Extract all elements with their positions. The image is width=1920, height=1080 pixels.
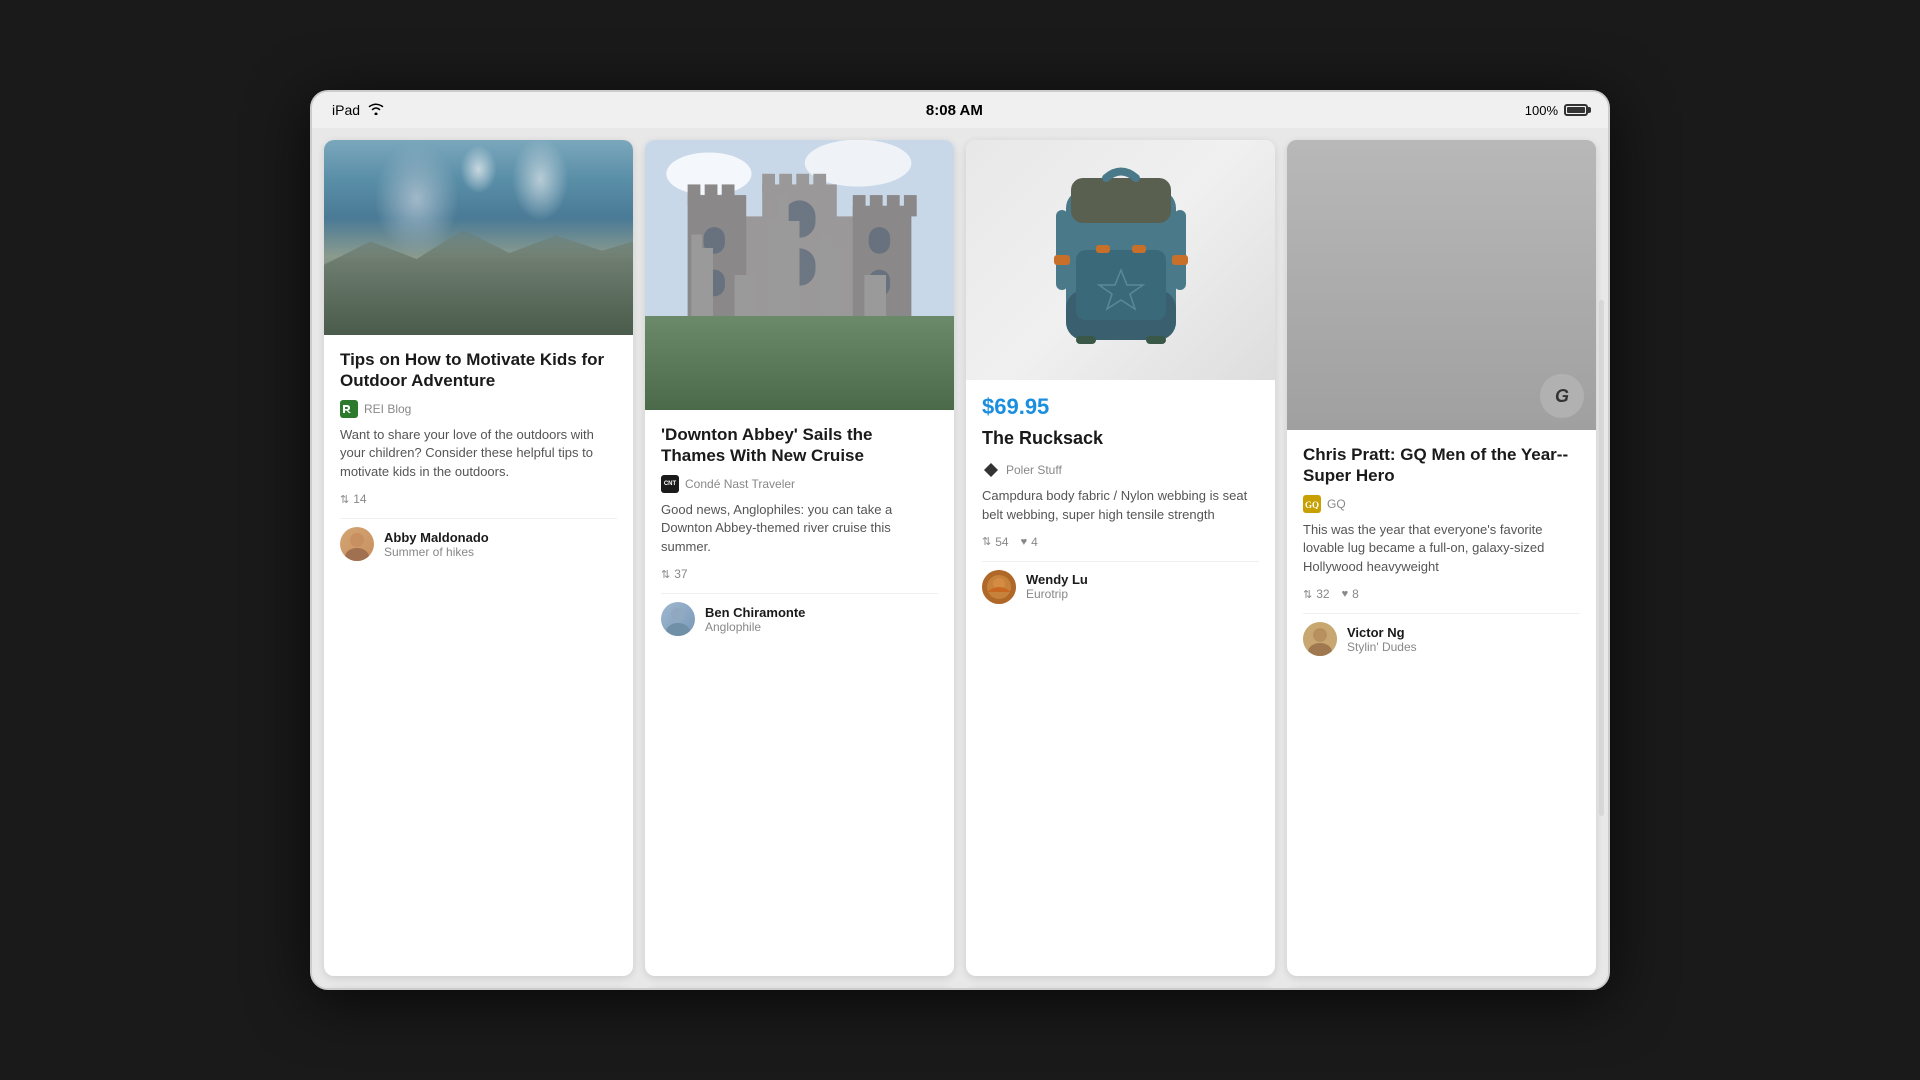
user-name-wendy: Wendy Lu	[1026, 572, 1088, 587]
card-image-castle	[645, 140, 954, 410]
card-title-downton: 'Downton Abbey' Sails the Thames With Ne…	[661, 424, 938, 467]
status-left: iPad	[332, 102, 384, 118]
card-body-gq: Chris Pratt: GQ Men of the Year--Super H…	[1287, 430, 1596, 976]
card-title-rei: Tips on How to Motivate Kids for Outdoor…	[340, 349, 617, 392]
stat-likes-gq: ♥ 8	[1342, 587, 1359, 601]
status-right: 100%	[1525, 103, 1588, 118]
like-icon-2: ♥	[1342, 588, 1349, 600]
card-rei-outdoor[interactable]: Tips on How to Motivate Kids for Outdoor…	[324, 140, 633, 976]
user-collection-abby: Summer of hikes	[384, 545, 489, 559]
rei-source-icon	[340, 400, 358, 418]
card-body-rei: Tips on How to Motivate Kids for Outdoor…	[324, 335, 633, 976]
stat-count-downton: ⇅ 37	[661, 567, 688, 581]
wifi-icon	[368, 103, 384, 118]
gq-source-name: GQ	[1327, 497, 1346, 511]
cnt-source-icon: CNT	[661, 475, 679, 493]
cnt-source-name: Condé Nast Traveler	[685, 477, 795, 491]
content-area[interactable]: Tips on How to Motivate Kids for Outdoor…	[312, 128, 1608, 988]
poler-source-name: Poler Stuff	[1006, 463, 1062, 477]
svg-text:GQ: GQ	[1305, 500, 1319, 509]
stat-likes-gq-val: 8	[1352, 587, 1359, 601]
user-avatar-abby	[340, 527, 374, 561]
stat-count-value: 14	[353, 492, 366, 506]
card-description-rei: Want to share your love of the outdoors …	[340, 426, 617, 483]
stat-count-gq-val: 32	[1316, 587, 1329, 601]
status-bar: iPad 8:08 AM 100%	[312, 92, 1608, 128]
poler-source-icon	[982, 461, 1000, 479]
user-collection-ben: Anglophile	[705, 620, 805, 634]
user-name-abby: Abby Maldonado	[384, 530, 489, 545]
user-info-ben: Ben Chiramonte Anglophile	[705, 605, 805, 634]
card-downton-abbey[interactable]: 'Downton Abbey' Sails the Thames With Ne…	[645, 140, 954, 976]
stat-count-gq: ⇅ 32	[1303, 587, 1330, 601]
cards-grid: Tips on How to Motivate Kids for Outdoor…	[312, 128, 1608, 988]
card-body-downton: 'Downton Abbey' Sails the Thames With Ne…	[645, 410, 954, 976]
card-stats-rucksack: ⇅ 54 ♥ 4	[982, 535, 1259, 549]
card-title-gq: Chris Pratt: GQ Men of the Year--Super H…	[1303, 444, 1580, 487]
card-source-cnt: CNT Condé Nast Traveler	[661, 475, 938, 493]
scroll-indicator	[1599, 300, 1604, 816]
card-user-downton[interactable]: Ben Chiramonte Anglophile	[661, 593, 938, 636]
card-stats-rei: ⇅ 14	[340, 492, 617, 506]
card-stats-downton: ⇅ 37	[661, 567, 938, 581]
card-stats-gq: ⇅ 32 ♥ 8	[1303, 587, 1580, 601]
card-source-poler: Poler Stuff	[982, 461, 1259, 479]
card-product-name: The Rucksack	[982, 428, 1259, 449]
repost-icon: ⇅	[340, 493, 349, 506]
user-name-victor: Victor Ng	[1347, 625, 1417, 640]
repost-icon-3: ⇅	[982, 535, 991, 548]
card-body-rucksack: $69.95 The Rucksack Poler Stuff Campdura…	[966, 380, 1275, 976]
card-user-rei[interactable]: Abby Maldonado Summer of hikes	[340, 518, 617, 561]
card-image-mountains	[324, 140, 633, 335]
card-price: $69.95	[982, 394, 1259, 420]
gq-logo-overlay: G	[1540, 374, 1584, 418]
user-info-victor: Victor Ng Stylin' Dudes	[1347, 625, 1417, 654]
repost-icon-4: ⇅	[1303, 588, 1312, 601]
user-avatar-ben	[661, 602, 695, 636]
card-chris-pratt[interactable]: G Chris Pratt: GQ Men of the Year--Super…	[1287, 140, 1596, 976]
stat-count-rei: ⇅ 14	[340, 492, 367, 506]
card-rucksack[interactable]: $69.95 The Rucksack Poler Stuff Campdura…	[966, 140, 1275, 976]
user-collection-victor: Stylin' Dudes	[1347, 640, 1417, 654]
repost-icon-2: ⇅	[661, 568, 670, 581]
card-user-rucksack[interactable]: Wendy Lu Eurotrip	[982, 561, 1259, 604]
battery-percent: 100%	[1525, 103, 1558, 118]
card-source-gq: GQ GQ	[1303, 495, 1580, 513]
battery-icon	[1564, 104, 1588, 116]
user-avatar-victor	[1303, 622, 1337, 656]
card-image-backpack	[966, 140, 1275, 380]
stat-count-rucksack: ⇅ 54	[982, 535, 1009, 549]
card-description-downton: Good news, Anglophiles: you can take a D…	[661, 501, 938, 558]
stat-likes-val: 4	[1031, 535, 1038, 549]
card-description-gq: This was the year that everyone's favori…	[1303, 521, 1580, 578]
card-description-rucksack: Campdura body fabric / Nylon webbing is …	[982, 487, 1259, 525]
current-time: 8:08 AM	[926, 102, 983, 119]
user-name-ben: Ben Chiramonte	[705, 605, 805, 620]
gq-source-icon: GQ	[1303, 495, 1321, 513]
user-info-wendy: Wendy Lu Eurotrip	[1026, 572, 1088, 601]
rei-source-name: REI Blog	[364, 402, 411, 416]
stat-count-downton-val: 37	[674, 567, 687, 581]
card-image-person: G	[1287, 140, 1596, 430]
stat-count-rucksack-val: 54	[995, 535, 1008, 549]
like-icon: ♥	[1021, 536, 1028, 548]
stat-likes-rucksack: ♥ 4	[1021, 535, 1038, 549]
device-name: iPad	[332, 102, 360, 118]
user-info-abby: Abby Maldonado Summer of hikes	[384, 530, 489, 559]
card-source-rei: REI Blog	[340, 400, 617, 418]
user-avatar-wendy	[982, 570, 1016, 604]
card-user-gq[interactable]: Victor Ng Stylin' Dudes	[1303, 613, 1580, 656]
user-collection-wendy: Eurotrip	[1026, 587, 1088, 601]
ipad-frame: iPad 8:08 AM 100% Tips o	[310, 90, 1610, 990]
